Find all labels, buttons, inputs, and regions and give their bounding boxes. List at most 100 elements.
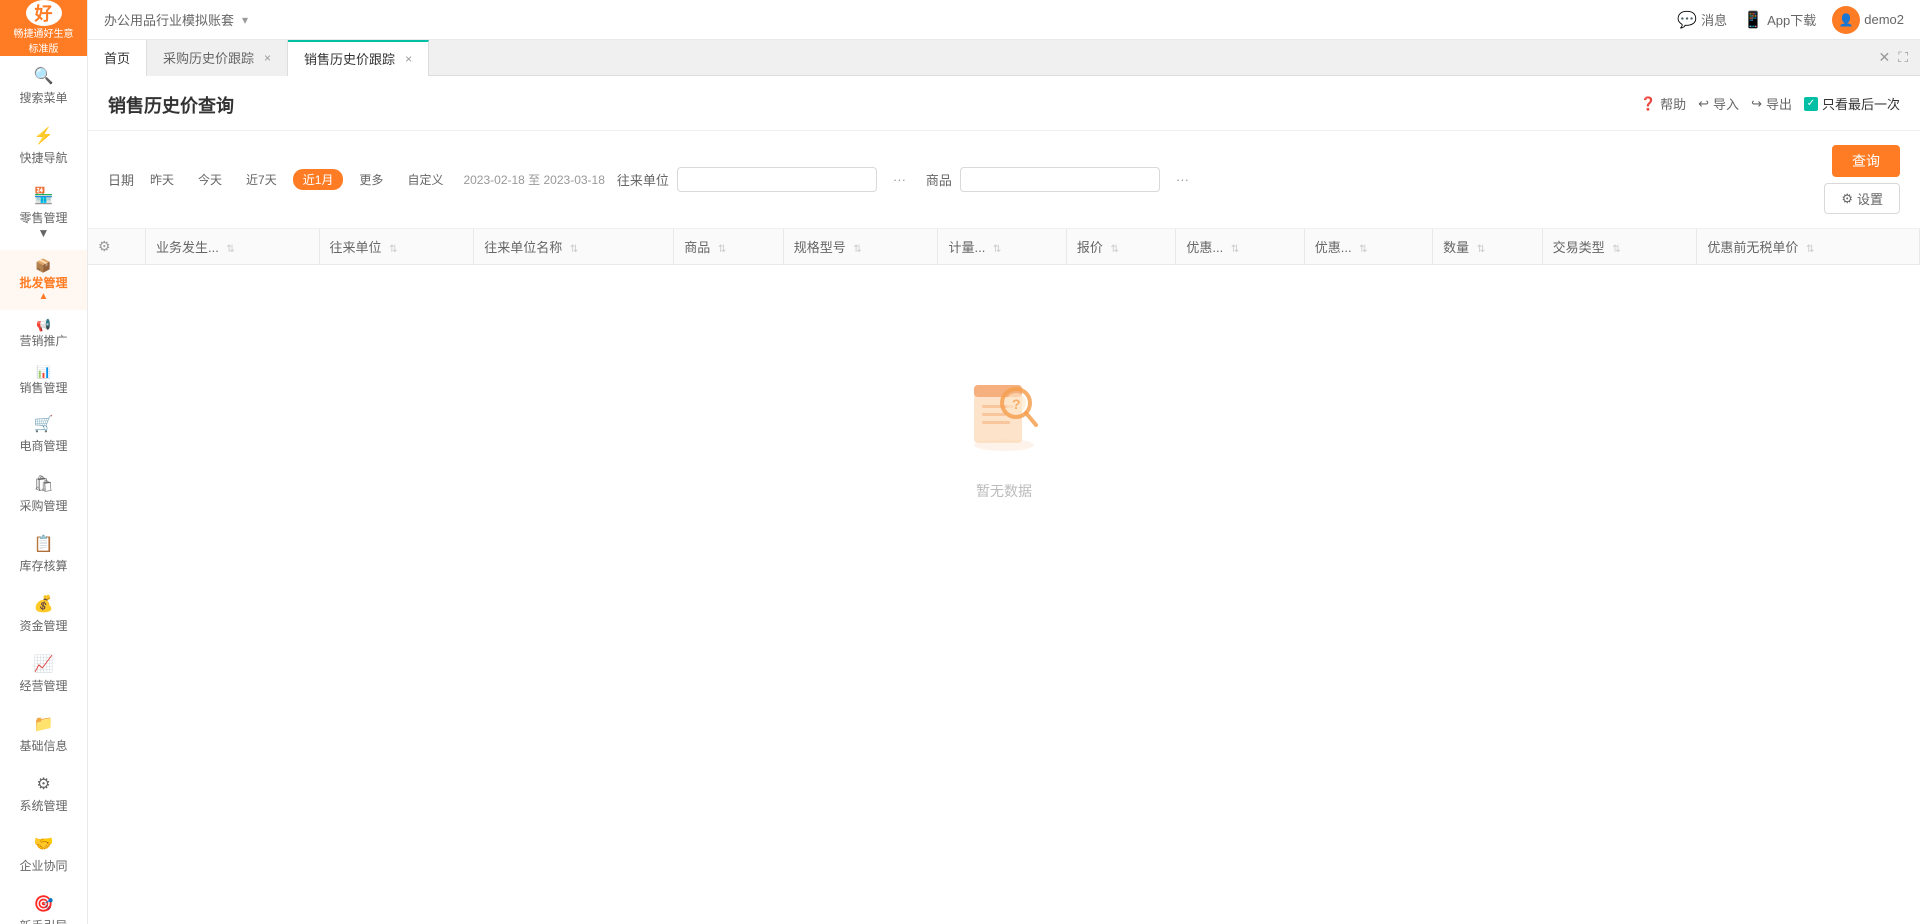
col-unit[interactable]: 计量... ⇅ — [938, 229, 1066, 265]
retail-arrow-icon: ▼ — [38, 226, 50, 240]
avatar: 👤 — [1832, 6, 1860, 34]
col-biz-date[interactable]: 业务发生... ⇅ — [145, 229, 319, 265]
maximize-window-icon[interactable]: ⛶ — [1898, 49, 1908, 66]
col-quantity[interactable]: 数量 ⇅ — [1433, 229, 1543, 265]
sales-icon: 📊 — [36, 365, 51, 379]
query-button[interactable]: 查询 — [1832, 145, 1900, 177]
wholesale-arrow-icon: ▲ — [39, 291, 49, 302]
setting-label: 设置 — [1857, 189, 1883, 208]
product-input[interactable] — [960, 167, 1160, 192]
tab-home[interactable]: 首页 — [88, 40, 147, 76]
sidebar-item-ecommerce[interactable]: 🛒 电商管理 — [0, 404, 87, 464]
col-quote-sort-icon: ⇅ — [1110, 244, 1118, 255]
data-table: ⚙ 业务发生... ⇅ 往来单位 ⇅ 往来单位名称 ⇅ — [88, 229, 1920, 265]
date-7days-btn[interactable]: 近7天 — [238, 169, 285, 190]
tab-sales-history[interactable]: 销售历史价跟踪 × — [288, 40, 429, 76]
empty-illustration: ? — [954, 365, 1054, 465]
only-last-label: 只看最后一次 — [1822, 94, 1900, 113]
search-menu-icon: 🔍 — [34, 66, 54, 86]
col-counterpart[interactable]: 往来单位 ⇅ — [319, 229, 474, 265]
import-button[interactable]: ↩ 导入 — [1698, 94, 1739, 113]
enterprise-icon: 🤝 — [34, 834, 54, 854]
counterpart-input[interactable] — [677, 167, 877, 192]
sidebar-item-label-ecommerce: 电商管理 — [19, 437, 67, 454]
tab-window-buttons: ✕ ⛶ — [1878, 49, 1920, 66]
col-pretax-price[interactable]: 优惠前无税单价 ⇅ — [1697, 229, 1920, 265]
sidebar-item-quicknav[interactable]: ⚡ 快捷导航 — [0, 116, 87, 176]
setting-button[interactable]: ⚙ 设置 — [1824, 183, 1900, 214]
sidebar-item-operations[interactable]: 📈 经营管理 — [0, 644, 87, 704]
sidebar-item-label-search: 搜索菜单 — [19, 89, 67, 106]
col-trade-type-sort-icon: ⇅ — [1612, 244, 1620, 255]
only-last-checkbox-label[interactable]: 只看最后一次 — [1804, 94, 1900, 113]
sidebar-item-sales[interactable]: 📊 销售管理 — [0, 357, 87, 404]
tab-sales-label: 销售历史价跟踪 — [304, 49, 395, 68]
export-label: 导出 — [1766, 94, 1792, 113]
export-button[interactable]: ↪ 导出 — [1751, 94, 1792, 113]
col-discount2-sort-icon: ⇅ — [1359, 244, 1367, 255]
sidebar-item-retail[interactable]: 🏪 零售管理 ▼ — [0, 176, 87, 250]
table-gear-icon[interactable]: ⚙ — [98, 238, 111, 254]
sidebar-item-guide[interactable]: 🎯 新手引导 — [0, 884, 87, 924]
export-icon: ↪ — [1751, 96, 1762, 112]
sidebar-item-purchase[interactable]: 🛍 采购管理 — [0, 464, 87, 524]
marketing-icon: 📢 — [36, 318, 51, 332]
date-yesterday-btn[interactable]: 昨天 — [142, 169, 182, 190]
sidebar-item-inventory[interactable]: 📋 库存核算 — [0, 524, 87, 584]
date-1month-btn[interactable]: 近1月 — [293, 169, 344, 190]
tab-purchase-label: 采购历史价跟踪 — [163, 48, 254, 67]
retail-icon: 🏪 — [34, 186, 54, 206]
help-button[interactable]: ❓ 帮助 — [1640, 94, 1686, 113]
product-label: 商品 — [926, 170, 952, 189]
main-area: 办公用品行业模拟账套 ▾ 💬 消息 📱 App下载 👤 demo2 首页 — [88, 0, 1920, 924]
col-trade-type[interactable]: 交易类型 ⇅ — [1542, 229, 1697, 265]
ecommerce-icon: 🛒 — [34, 414, 54, 434]
wholesale-icon: 📦 — [35, 258, 51, 274]
sidebar-item-enterprise[interactable]: 🤝 企业协同 — [0, 824, 87, 884]
sidebar-item-wholesale[interactable]: 📦 批发管理 ▲ — [0, 250, 87, 310]
product-dots-btn[interactable]: ··· — [1168, 172, 1197, 187]
table-header-row: ⚙ 业务发生... ⇅ 往来单位 ⇅ 往来单位名称 ⇅ — [88, 229, 1920, 265]
page-header: 销售历史价查询 ❓ 帮助 ↩ 导入 ↪ 导出 只看最后一次 — [88, 76, 1920, 131]
sidebar-item-label-system: 系统管理 — [19, 797, 67, 814]
close-window-icon[interactable]: ✕ — [1878, 49, 1890, 66]
empty-state: ? 暂无数据 — [88, 265, 1920, 601]
sidebar-item-finance[interactable]: 💰 资金管理 — [0, 584, 87, 644]
sidebar-item-basic-info[interactable]: 📁 基础信息 — [0, 704, 87, 764]
col-product[interactable]: 商品 ⇅ — [674, 229, 784, 265]
guide-icon: 🎯 — [34, 894, 54, 914]
sidebar-item-search[interactable]: 🔍 搜索菜单 — [0, 56, 87, 116]
topbar-title: 办公用品行业模拟账套 — [104, 10, 234, 29]
col-discount1-sort-icon: ⇅ — [1231, 244, 1239, 255]
tab-home-label: 首页 — [104, 48, 130, 67]
tab-purchase-history[interactable]: 采购历史价跟踪 × — [147, 40, 288, 76]
product-filter-group: 商品 ··· — [926, 167, 1197, 192]
app-download-button[interactable]: 📱 App下载 — [1743, 10, 1816, 30]
col-spec[interactable]: 规格型号 ⇅ — [783, 229, 938, 265]
date-today-btn[interactable]: 今天 — [190, 169, 230, 190]
col-pretax-price-sort-icon: ⇅ — [1806, 244, 1814, 255]
col-product-sort-icon: ⇅ — [718, 244, 726, 255]
logo-subtext: 标准版 — [29, 43, 59, 56]
tab-purchase-close-icon[interactable]: × — [264, 51, 271, 65]
date-more-btn[interactable]: 更多 — [351, 169, 391, 190]
date-filter-label: 日期 — [108, 170, 134, 189]
counterpart-filter-group: 往来单位 ··· — [617, 167, 914, 192]
date-custom-btn[interactable]: 自定义 — [399, 169, 451, 190]
topbar-dropdown-icon[interactable]: ▾ — [242, 13, 248, 27]
sidebar-item-marketing[interactable]: 📢 营销推广 — [0, 310, 87, 357]
tab-sales-close-icon[interactable]: × — [405, 52, 412, 66]
only-last-checkbox[interactable] — [1804, 97, 1818, 111]
sidebar-item-system[interactable]: ⚙ 系统管理 — [0, 764, 87, 824]
sidebar-item-label-purchase: 采购管理 — [19, 497, 67, 514]
col-counterpart-name[interactable]: 往来单位名称 ⇅ — [474, 229, 674, 265]
counterpart-dots-btn[interactable]: ··· — [885, 172, 914, 187]
message-button[interactable]: 💬 消息 — [1677, 10, 1727, 30]
sidebar-item-label-retail: 零售管理 — [19, 209, 67, 226]
col-quote[interactable]: 报价 ⇅ — [1066, 229, 1176, 265]
col-discount1[interactable]: 优惠... ⇅ — [1176, 229, 1304, 265]
col-biz-date-sort-icon: ⇅ — [226, 244, 234, 255]
col-gear[interactable]: ⚙ — [88, 229, 145, 265]
user-avatar-button[interactable]: 👤 demo2 — [1832, 6, 1904, 34]
col-discount2[interactable]: 优惠... ⇅ — [1304, 229, 1432, 265]
